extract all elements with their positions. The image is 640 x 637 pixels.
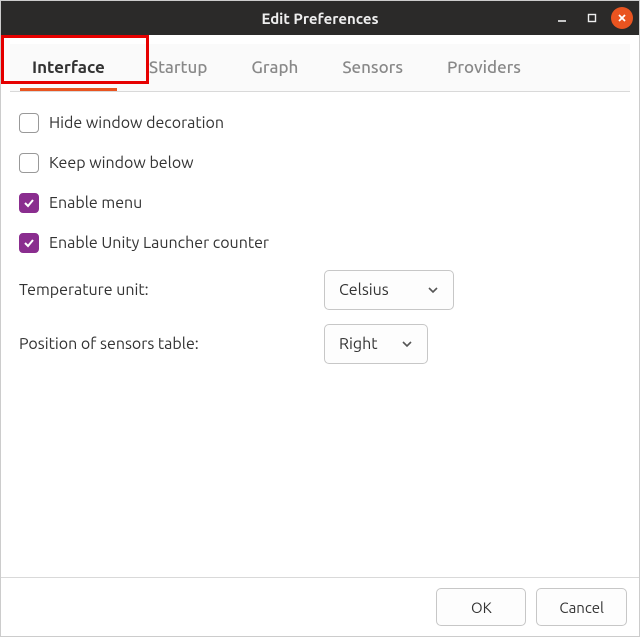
- tab-graph[interactable]: Graph: [229, 44, 320, 91]
- checkbox-enable-menu[interactable]: [19, 193, 39, 213]
- checkbox-label: Enable menu: [49, 194, 142, 212]
- button-label: Cancel: [559, 599, 604, 616]
- option-enable-menu: Enable menu: [19, 190, 621, 216]
- tab-bar: Interface Startup Graph Sensors Provider…: [10, 44, 630, 92]
- tab-startup[interactable]: Startup: [127, 44, 230, 91]
- select-value: Celsius: [339, 281, 389, 299]
- check-icon: [22, 196, 36, 210]
- dialog-footer: OK Cancel: [1, 577, 639, 636]
- close-icon: [616, 12, 628, 24]
- preferences-window: Edit Preferences Interface Startup Graph…: [0, 0, 640, 637]
- chevron-down-icon: [427, 282, 439, 299]
- checkbox-label: Hide window decoration: [49, 114, 224, 132]
- window-controls: [551, 1, 633, 35]
- button-label: OK: [471, 599, 492, 616]
- tab-bar-wrap: Interface Startup Graph Sensors Provider…: [1, 35, 639, 92]
- field-label: Temperature unit:: [19, 281, 324, 299]
- field-temperature-unit: Temperature unit: Celsius: [19, 270, 621, 310]
- checkbox-enable-unity-launcher-counter[interactable]: [19, 233, 39, 253]
- select-temperature-unit[interactable]: Celsius: [324, 270, 454, 310]
- ok-button[interactable]: OK: [436, 588, 526, 626]
- tab-providers[interactable]: Providers: [425, 44, 543, 91]
- maximize-button[interactable]: [581, 7, 603, 29]
- maximize-icon: [586, 12, 598, 24]
- tab-interface[interactable]: Interface: [10, 44, 127, 91]
- checkbox-label: Enable Unity Launcher counter: [49, 234, 269, 252]
- select-value: Right: [339, 335, 378, 353]
- cancel-button[interactable]: Cancel: [536, 588, 627, 626]
- tab-label: Providers: [447, 58, 521, 77]
- close-button[interactable]: [611, 7, 633, 29]
- checkbox-hide-window-decoration[interactable]: [19, 113, 39, 133]
- tab-label: Graph: [251, 58, 298, 77]
- tab-content-interface: Hide window decoration Keep window below…: [1, 92, 639, 577]
- tab-label: Sensors: [342, 58, 403, 77]
- tab-label: Startup: [149, 58, 208, 77]
- chevron-down-icon: [401, 336, 413, 353]
- option-hide-window-decoration: Hide window decoration: [19, 110, 621, 136]
- select-sensors-table-position[interactable]: Right: [324, 324, 428, 364]
- field-label: Position of sensors table:: [19, 335, 324, 353]
- field-sensors-table-position: Position of sensors table: Right: [19, 324, 621, 364]
- checkbox-label: Keep window below: [49, 154, 194, 172]
- minimize-icon: [556, 12, 568, 24]
- option-enable-unity-launcher-counter: Enable Unity Launcher counter: [19, 230, 621, 256]
- window-title: Edit Preferences: [1, 10, 639, 27]
- checkbox-keep-window-below[interactable]: [19, 153, 39, 173]
- tab-sensors[interactable]: Sensors: [320, 44, 425, 91]
- option-keep-window-below: Keep window below: [19, 150, 621, 176]
- check-icon: [22, 236, 36, 250]
- titlebar: Edit Preferences: [1, 1, 639, 35]
- minimize-button[interactable]: [551, 7, 573, 29]
- tab-label: Interface: [32, 58, 105, 77]
